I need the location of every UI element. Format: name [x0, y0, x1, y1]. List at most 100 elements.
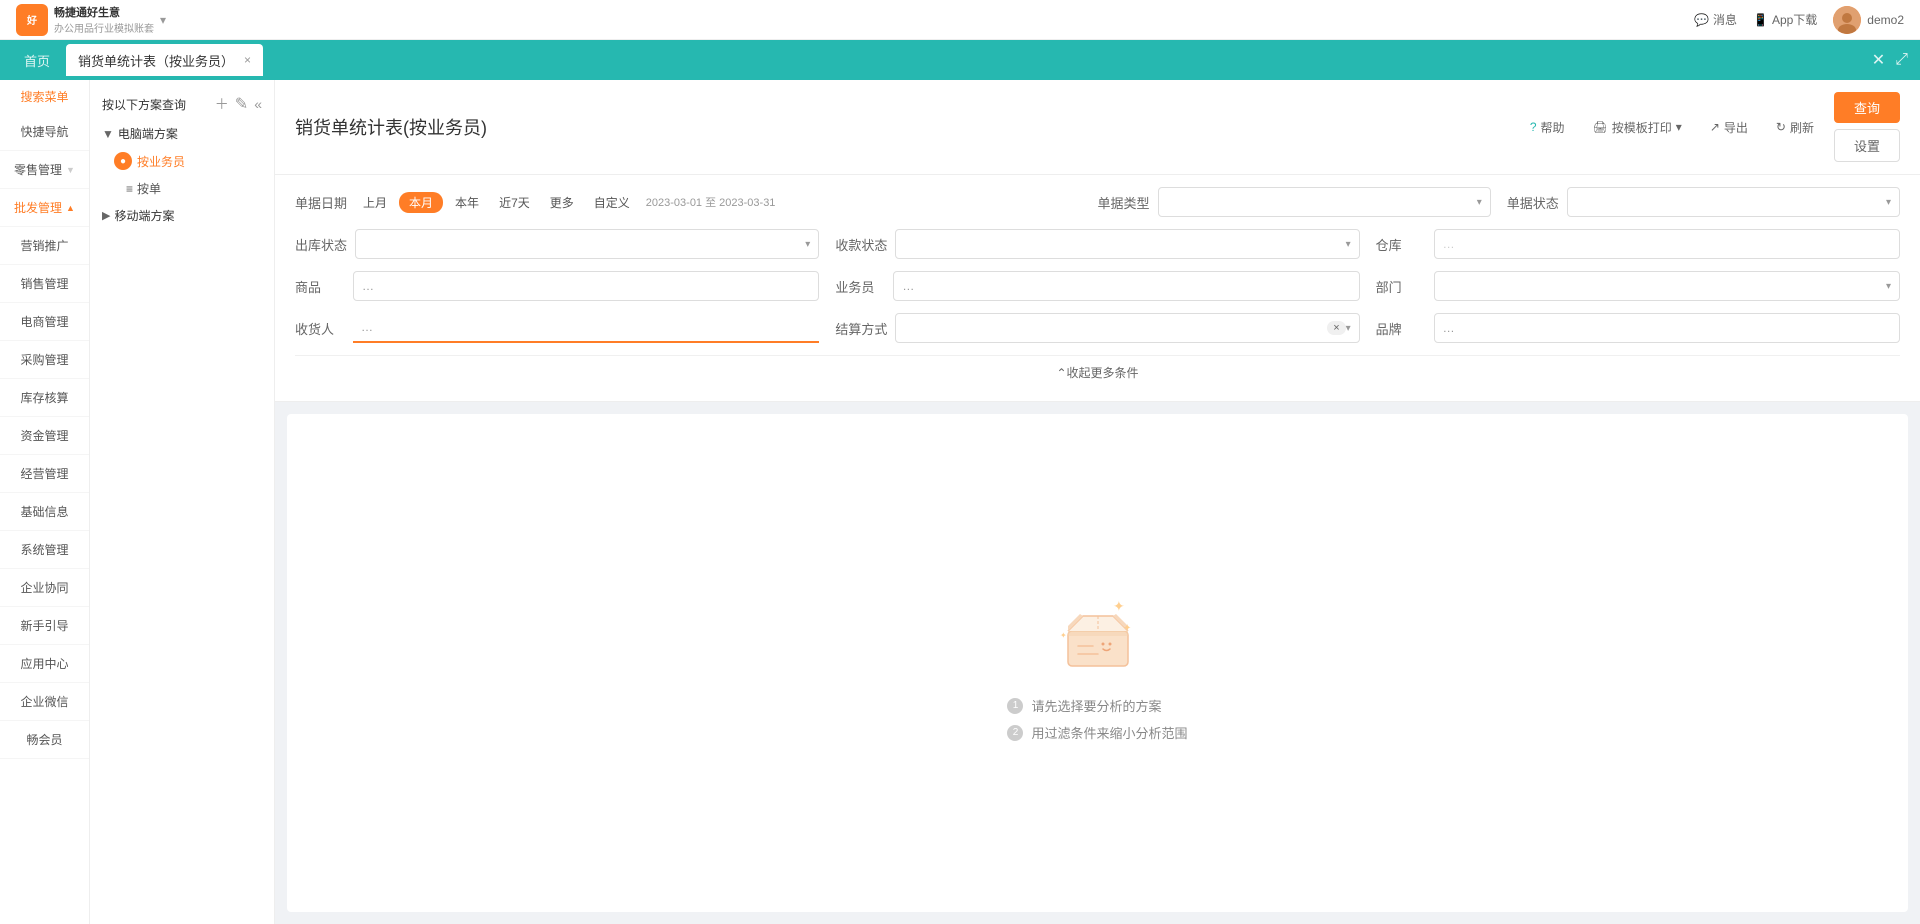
print-btn[interactable]: 🖨 按模板打印 ▾ [1585, 115, 1690, 140]
tab-home-label: 首页 [24, 51, 50, 70]
sidebar-item-wholesale[interactable]: 批发管理 ▲ [0, 189, 89, 227]
goods-control[interactable]: … [353, 271, 819, 301]
content-area: 销货单统计表(按业务员) ? 帮助 🖨 按模板打印 ▾ ↗ 导出 ↻ 刷新 [275, 80, 1920, 924]
settlement-clear[interactable]: × [1327, 321, 1345, 335]
sidebar-item-system[interactable]: 系统管理 [0, 531, 89, 569]
recipient-control[interactable]: … [353, 313, 819, 343]
date-btn-more[interactable]: 更多 [542, 192, 582, 213]
sidebar-item-enterprise[interactable]: 企业协同 [0, 569, 89, 607]
collapse-bar[interactable]: ⌃ 收起更多条件 [295, 355, 1900, 389]
delivery-label: 出库状态 [295, 235, 347, 254]
tab-home[interactable]: 首页 [12, 44, 62, 76]
logo-icon: 好 [16, 4, 48, 36]
order-status-label: 单据状态 [1507, 193, 1559, 212]
date-filter-controls: 上月 本月 本年 近7天 更多 自定义 [355, 192, 638, 213]
add-scheme-icon[interactable]: ＋ [215, 94, 229, 114]
filter-row-4: 收货人 … 结算方式 × ▾ 品牌 [295, 313, 1900, 343]
panel-header: 按以下方案查询 ＋ ✎ « [90, 88, 274, 120]
refresh-btn[interactable]: ↻ 刷新 [1768, 115, 1822, 140]
settings-button[interactable]: 设置 [1834, 129, 1900, 162]
svg-text:✦: ✦ [1113, 598, 1125, 614]
help-btn[interactable]: ? 帮助 [1522, 115, 1573, 140]
sidebar-item-retail-label: 零售管理 [14, 161, 62, 178]
sidebar-item-finance[interactable]: 资金管理 [0, 417, 89, 455]
sidebar-item-retail[interactable]: 零售管理 ▼ [0, 151, 89, 189]
sidebar-item-corp-wechat[interactable]: 企业微信 [0, 683, 89, 721]
scheme-item-by-order[interactable]: ≡ 按单 [90, 175, 274, 202]
filter-warehouse: 仓库 … [1376, 229, 1900, 259]
scheme-item-by-staff[interactable]: ● 按业务员 [90, 147, 274, 175]
retail-arrow-icon: ▼ [66, 165, 75, 175]
staff-label: 业务员 [835, 277, 885, 296]
delivery-control[interactable]: ▾ [355, 229, 819, 259]
wholesale-arrow-icon: ▲ [66, 203, 75, 213]
filter-payment: 收款状态 ▾ [835, 229, 1359, 259]
warehouse-control[interactable]: … [1434, 229, 1900, 259]
sidebar-item-marketing[interactable]: 营销推广 [0, 227, 89, 265]
sidebar-nav-shortcut[interactable]: 快捷导航 [0, 113, 89, 151]
date-btn-current-year[interactable]: 本年 [447, 192, 487, 213]
tab-close-icon[interactable]: × [244, 53, 251, 67]
message-icon: 💬 [1694, 13, 1709, 27]
sidebar-item-stock[interactable]: 库存核算 [0, 379, 89, 417]
sidebar-item-newbie[interactable]: 新手引导 [0, 607, 89, 645]
pc-scheme-label: 电脑端方案 [118, 125, 178, 142]
step-2-text: 用过滤条件来缩小分析范围 [1031, 723, 1187, 742]
export-btn[interactable]: ↗ 导出 [1702, 115, 1756, 140]
date-btn-custom[interactable]: 自定义 [586, 192, 638, 213]
refresh-icon: ↻ [1776, 120, 1786, 134]
date-btn-last-7[interactable]: 近7天 [491, 192, 538, 213]
payment-control[interactable]: ▾ [895, 229, 1359, 259]
filter-row-1: 单据日期 上月 本月 本年 近7天 更多 自定义 2023-03-01 至 20… [295, 187, 1900, 217]
sidebar-item-ecommerce[interactable]: 电商管理 [0, 303, 89, 341]
brand-control[interactable]: … [1434, 313, 1900, 343]
mobile-scheme-header[interactable]: ▶ 移动端方案 [90, 202, 274, 229]
date-btn-last-month[interactable]: 上月 [355, 192, 395, 213]
svg-text:好: 好 [26, 14, 37, 27]
collapse-panel-icon[interactable]: « [254, 96, 262, 112]
message-action[interactable]: 💬 消息 [1694, 11, 1737, 28]
help-icon: ? [1530, 120, 1537, 134]
query-button[interactable]: 查询 [1834, 92, 1900, 123]
goods-more-icon: … [362, 279, 374, 293]
app-download-action[interactable]: 📱 App下载 [1753, 11, 1817, 28]
settlement-control[interactable]: × ▾ [895, 313, 1359, 343]
order-type-control[interactable]: ▾ [1158, 187, 1491, 217]
staff-control[interactable]: … [893, 271, 1359, 301]
sidebar-item-appstore[interactable]: 应用中心 [0, 645, 89, 683]
window-maximize-icon[interactable]: ⤢ [1895, 51, 1908, 69]
print-icon: 🖨 [1593, 120, 1608, 134]
mobile-scheme-arrow: ▶ [102, 209, 110, 222]
sidebar-item-member[interactable]: 畅会员 [0, 721, 89, 759]
export-icon: ↗ [1710, 120, 1720, 134]
user-area[interactable]: demo2 [1833, 6, 1904, 34]
page-title: 销货单统计表(按业务员) [295, 114, 487, 140]
sidebar-search[interactable]: 搜索菜单 [0, 80, 89, 113]
edit-scheme-icon[interactable]: ✎ [235, 94, 248, 114]
dept-label: 部门 [1376, 277, 1426, 296]
date-btn-current-month[interactable]: 本月 [399, 192, 443, 213]
main-layout: 搜索菜单 快捷导航 零售管理 ▼ 批发管理 ▲ 营销推广 销售管理 电商管理 采… [0, 80, 1920, 924]
warehouse-placeholder: … [1443, 237, 1891, 251]
pc-scheme-arrow: ▼ [102, 127, 114, 141]
tab-sales-report[interactable]: 销货单统计表（按业务员） × [66, 44, 263, 76]
recipient-more-icon: … [361, 320, 373, 334]
app-name: 畅捷通好生意 [54, 4, 154, 20]
step-1-num: 1 [1007, 698, 1023, 714]
pc-scheme-header[interactable]: ▼ 电脑端方案 [90, 120, 274, 147]
window-close-icon[interactable]: ✕ [1872, 50, 1885, 70]
panel-title: 按以下方案查询 [102, 96, 186, 113]
sidebar-item-basic[interactable]: 基础信息 [0, 493, 89, 531]
content-header: 销货单统计表(按业务员) ? 帮助 🖨 按模板打印 ▾ ↗ 导出 ↻ 刷新 [275, 80, 1920, 175]
dept-control[interactable]: ▾ [1434, 271, 1900, 301]
order-status-control[interactable]: ▾ [1567, 187, 1900, 217]
message-label: 消息 [1713, 11, 1737, 28]
sidebar-item-operations[interactable]: 经营管理 [0, 455, 89, 493]
mobile-scheme-label: 移动端方案 [114, 207, 174, 224]
subtitle-dropdown[interactable]: ▾ [160, 13, 166, 27]
collapse-text: 收起更多条件 [1067, 364, 1139, 381]
sidebar-item-sales[interactable]: 销售管理 [0, 265, 89, 303]
step-2-num: 2 [1007, 725, 1023, 741]
sidebar-item-purchase[interactable]: 采购管理 [0, 341, 89, 379]
step-1-text: 请先选择要分析的方案 [1031, 696, 1161, 715]
